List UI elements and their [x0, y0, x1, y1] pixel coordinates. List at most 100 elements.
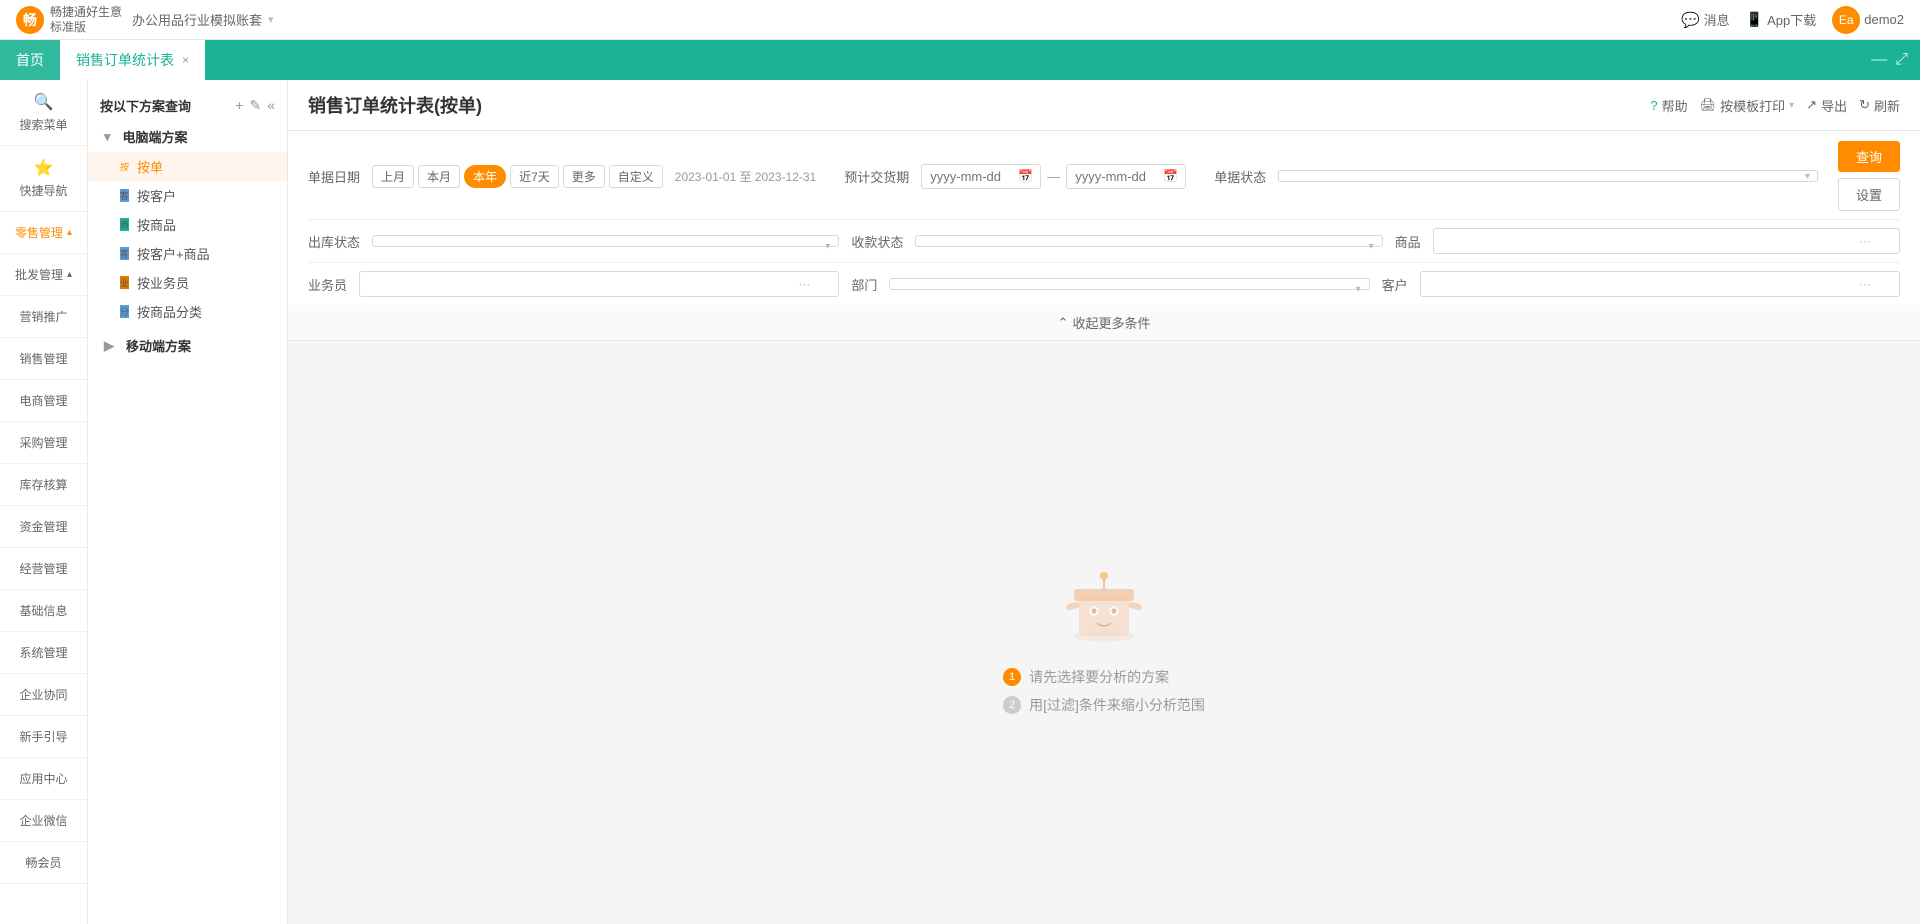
scheme-by-customer[interactable]: 客 按客户 [88, 181, 287, 210]
tabbar: 首页 销售订单统计表 × — ⤢ [0, 40, 1920, 80]
dept-label: 部门 [851, 275, 877, 294]
product-label: 商品 [1395, 232, 1421, 251]
collapse-panel-btn[interactable]: « [267, 97, 275, 114]
customer-select[interactable]: ··· [1420, 271, 1900, 297]
tab-minimize-btn[interactable]: — [1871, 51, 1887, 69]
mobile-scheme-parent[interactable]: ▶ 移动端方案 [88, 330, 287, 361]
calendar-icon-from: 📅 [1018, 169, 1033, 183]
sidebar-item-ecom-mgmt[interactable]: 电商管理 [0, 380, 87, 422]
left-panel-header-actions: + ✎ « [235, 97, 275, 114]
refresh-icon: ↻ [1859, 97, 1870, 113]
bill-status-select[interactable]: ▾ [1278, 170, 1818, 182]
date-btn-last-month[interactable]: 上月 [372, 165, 414, 188]
ship-status-arrow: ▾ [825, 241, 830, 252]
scheme-product-icon: 商 [120, 218, 129, 231]
dept-select[interactable]: ▾ [889, 278, 1369, 290]
scheme-by-category[interactable]: 分 按商品分类 [88, 297, 287, 326]
filter-row-1: 单据日期 上月 本月 本年 近7天 更多 自定义 2023-01-01 至 20… [308, 131, 1900, 220]
payment-status-arrow: ▾ [1369, 241, 1374, 252]
page-header-actions: ? 帮助 🖨 按模板打印 ▾ ↗ 导出 ↻ 刷新 [1650, 96, 1900, 127]
date-btn-this-month[interactable]: 本月 [418, 165, 460, 188]
logo-text: 畅捷通好生意 标准版 [50, 5, 122, 34]
salesperson-label: 业务员 [308, 275, 347, 294]
sidebar-item-app-center[interactable]: 应用中心 [0, 758, 87, 800]
template-print-btn[interactable]: 🖨 按模板打印 ▾ [1700, 96, 1795, 115]
sidebar-item-biz-mgmt[interactable]: 经营管理 [0, 548, 87, 590]
sidebar-item-search-menu[interactable]: 🔍 搜索菜单 [0, 80, 87, 146]
sidebar-item-sys-mgmt[interactable]: 系统管理 [0, 632, 87, 674]
print-arrow-icon: ▾ [1789, 100, 1794, 111]
add-scheme-btn[interactable]: + [235, 97, 243, 114]
customer-dots-icon[interactable]: ··· [1859, 277, 1871, 291]
sidebar-item-purchase-mgmt[interactable]: 采购管理 [0, 422, 87, 464]
sidebar-item-sales-mgmt[interactable]: 销售管理 [0, 338, 87, 380]
sidebar-item-corp-collab[interactable]: 企业协同 [0, 674, 87, 716]
customer-label: 客户 [1382, 275, 1408, 294]
mobile-scheme-arrow: ▶ [104, 338, 114, 354]
scheme-by-cust-prod[interactable]: 客 按客户+商品 [88, 239, 287, 268]
collapse-icon: ⌃ [1058, 315, 1069, 331]
tip1-num: 1 [1003, 668, 1021, 686]
date-btn-last-7[interactable]: 近7天 [510, 165, 559, 188]
sidebar-item-marketing[interactable]: 营销推广 [0, 296, 87, 338]
calendar-icon-to: 📅 [1163, 169, 1178, 183]
avatar: Ea [1832, 6, 1860, 34]
sidebar-item-new-guide[interactable]: 新手引导 [0, 716, 87, 758]
date-btn-more[interactable]: 更多 [563, 165, 605, 188]
product-select[interactable]: ··· [1433, 228, 1900, 254]
user-area[interactable]: Ea demo2 [1832, 6, 1904, 34]
refresh-btn[interactable]: ↻ 刷新 [1859, 96, 1900, 115]
date-range-text: 2023-01-01 至 2023-12-31 [675, 168, 816, 185]
left-panel-header: 按以下方案查询 + ✎ « [88, 90, 287, 121]
sidebar-item-corp-wechat[interactable]: 企业微信 [0, 800, 87, 842]
app-download-btn[interactable]: 📱 App下载 [1746, 10, 1817, 29]
sidebar: 🔍 搜索菜单 ⭐ 快捷导航 零售管理 ▴ 批发管理 ▴ 营销推广 销售管理 电商… [0, 80, 88, 924]
scheme-by-order[interactable]: 按 按单 [88, 152, 287, 181]
sidebar-item-retail-mgmt[interactable]: 零售管理 ▴ [0, 212, 87, 254]
query-btn[interactable]: 查询 [1838, 141, 1900, 172]
filter-section: 单据日期 上月 本月 本年 近7天 更多 自定义 2023-01-01 至 20… [288, 131, 1920, 305]
tab-maximize-btn[interactable]: ⤢ [1895, 51, 1908, 69]
scheme-salesperson-icon: 业 [120, 276, 129, 289]
ship-status-select[interactable]: ▾ [372, 235, 839, 247]
pc-scheme-parent[interactable]: ▾ 电脑端方案 [88, 121, 287, 152]
filter-row-3: 业务员 ··· 部门 ▾ 客户 ··· [308, 263, 1900, 305]
query-btn-area: 查询 设置 [1838, 141, 1900, 211]
scheme-category-icon: 分 [120, 305, 129, 318]
collapse-row[interactable]: ⌃ 收起更多条件 [288, 305, 1920, 341]
filter-row-2: 出库状态 ▾ 收款状态 ▾ 商品 ··· [308, 220, 1900, 263]
tab-home[interactable]: 首页 [0, 40, 60, 80]
date-btn-custom[interactable]: 自定义 [609, 165, 663, 188]
ship-status-wrap: ▾ [372, 235, 839, 247]
empty-tips: 1 请先选择要分析的方案 2 用[过滤]条件来缩小分析范围 [1003, 667, 1205, 715]
sidebar-item-wholesale-mgmt[interactable]: 批发管理 ▴ [0, 254, 87, 296]
empty-state: 1 请先选择要分析的方案 2 用[过滤]条件来缩小分析范围 [288, 341, 1920, 924]
sidebar-item-quick-nav[interactable]: ⭐ 快捷导航 [0, 146, 87, 212]
scheme-by-product[interactable]: 商 按商品 [88, 210, 287, 239]
empty-tip-2: 2 用[过滤]条件来缩小分析范围 [1003, 695, 1205, 715]
sidebar-item-member[interactable]: 畅会员 [0, 842, 87, 884]
search-menu-icon: 🔍 [34, 92, 54, 112]
sidebar-item-finance-mgmt[interactable]: 资金管理 [0, 506, 87, 548]
sidebar-item-inventory[interactable]: 库存核算 [0, 464, 87, 506]
salesperson-select[interactable]: ··· [359, 271, 839, 297]
help-btn[interactable]: ? 帮助 [1650, 96, 1687, 115]
breadcrumb[interactable]: 办公用品行业模拟账套 ▾ [132, 10, 274, 29]
tab-sales-order-stats[interactable]: 销售订单统计表 × [60, 40, 205, 80]
empty-tip-1: 1 请先选择要分析的方案 [1003, 667, 1205, 687]
quick-nav-icon: ⭐ [34, 158, 54, 178]
scheme-customer-icon: 客 [120, 189, 129, 202]
scheme-by-salesperson[interactable]: 业 按业务员 [88, 268, 287, 297]
message-btn[interactable]: 💬 消息 [1681, 10, 1730, 29]
salesperson-dots-icon[interactable]: ··· [798, 277, 810, 291]
date-btn-this-year[interactable]: 本年 [464, 165, 506, 188]
page-title: 销售订单统计表(按单) [308, 92, 482, 130]
settings-btn[interactable]: 设置 [1838, 178, 1900, 211]
tab-close-btn[interactable]: × [182, 53, 189, 67]
payment-status-select[interactable]: ▾ [915, 235, 1382, 247]
product-dots-icon[interactable]: ··· [1859, 234, 1871, 248]
sidebar-item-basic-info[interactable]: 基础信息 [0, 590, 87, 632]
expected-date-label: 预计交货期 [844, 167, 909, 186]
export-btn[interactable]: ↗ 导出 [1806, 96, 1847, 115]
edit-scheme-btn[interactable]: ✎ [249, 97, 261, 114]
